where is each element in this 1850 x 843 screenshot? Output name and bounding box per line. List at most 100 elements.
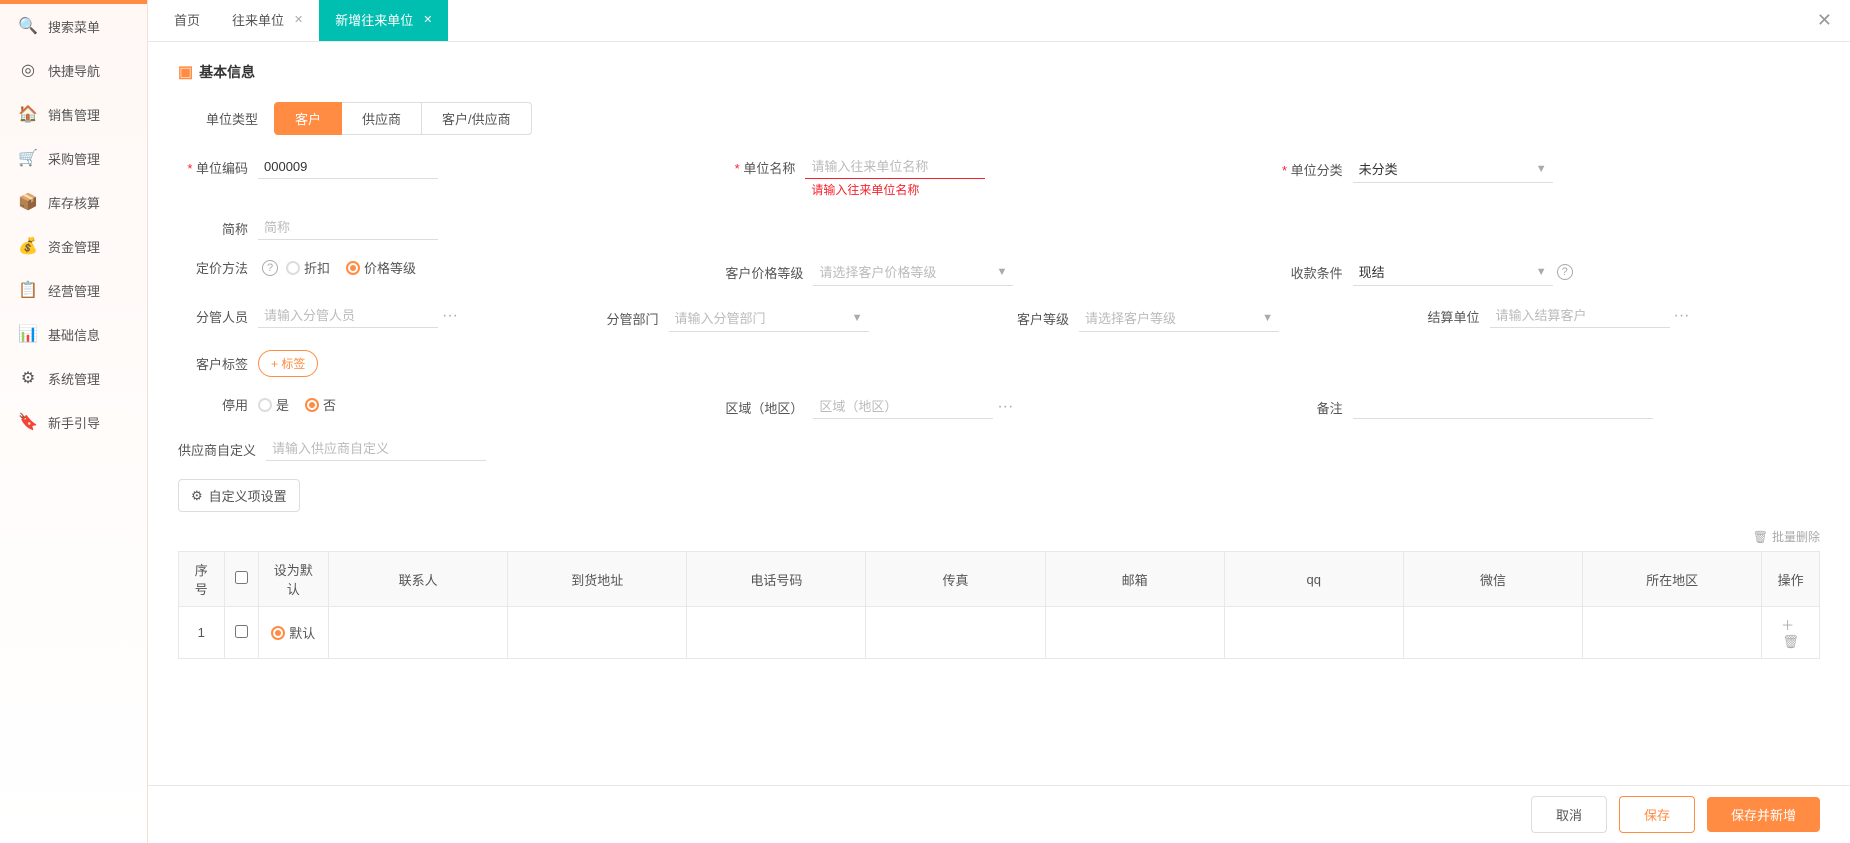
cell-checkbox[interactable] (224, 607, 258, 659)
inventory-icon: 📦 (18, 192, 38, 212)
customer-price-level-select[interactable]: 请选择客户价格等级 ▼ (813, 258, 1013, 286)
payment-terms-help-icon[interactable]: ? (1557, 264, 1573, 280)
sidebar-item-sales[interactable]: 🏠 销售管理 (0, 92, 147, 136)
form-row-supplier-custom: 供应商自定义 (178, 437, 1820, 461)
cell-region[interactable] (1583, 607, 1762, 659)
sidebar-item-inventory[interactable]: 📦 库存核算 (0, 180, 147, 224)
sidebar-item-purchase[interactable]: 🛒 采购管理 (0, 136, 147, 180)
sidebar-item-search[interactable]: 🔍 搜索菜单 (0, 4, 147, 48)
batch-delete-label[interactable]: 批量删除 (1772, 528, 1820, 545)
region-more-btn[interactable]: ··· (993, 398, 1017, 416)
cell-phone[interactable] (687, 607, 866, 659)
settlement-unit-input[interactable] (1490, 304, 1670, 328)
cancel-button[interactable]: 取消 (1531, 796, 1607, 833)
save-button[interactable]: 保存 (1619, 796, 1695, 833)
sidebar-item-sales-label: 销售管理 (48, 105, 100, 124)
sidebar-item-quicknav-label: 快捷导航 (48, 61, 100, 80)
unit-code-field: 单位编码 (178, 155, 725, 179)
tab-units-close[interactable]: ✕ (294, 13, 303, 26)
delete-row-btn[interactable]: 🗑 (1782, 634, 1799, 649)
unit-category-select[interactable]: 未分类 ▼ (1353, 155, 1553, 183)
cell-fax[interactable] (866, 607, 1045, 659)
fax-input[interactable] (876, 625, 1034, 640)
qq-input[interactable] (1235, 625, 1393, 640)
customer-level-select[interactable]: 请选择客户等级 ▼ (1079, 304, 1279, 332)
unit-code-label: 单位编码 (178, 158, 258, 177)
pricing-help-icon[interactable]: ? (262, 260, 278, 276)
email-input[interactable] (1056, 625, 1214, 640)
tab-home[interactable]: 首页 (158, 0, 216, 41)
disabled-field: 停用 是 否 (178, 395, 725, 414)
sidebar-item-finance[interactable]: 💰 资金管理 (0, 224, 147, 268)
save-new-button[interactable]: 保存并新增 (1707, 797, 1820, 832)
tab-new-unit[interactable]: 新增往来单位 ✕ (319, 0, 448, 41)
sidebar-item-basic[interactable]: 📊 基础信息 (0, 312, 147, 356)
unit-type-supplier-button[interactable]: 供应商 (342, 102, 421, 135)
wechat-input[interactable] (1414, 625, 1572, 640)
payment-terms-select[interactable]: 现结 ▼ (1353, 258, 1553, 286)
sidebar-item-system-label: 系统管理 (48, 369, 100, 388)
cell-qq[interactable] (1224, 607, 1403, 659)
unit-category-label: 单位分类 (1273, 160, 1353, 179)
add-row-btn[interactable]: ＋ (1781, 618, 1794, 633)
tab-new-unit-close[interactable]: ✕ (423, 13, 432, 26)
department-label: 分管部门 (589, 309, 669, 328)
short-name-field: 简称 (178, 216, 1820, 240)
row-checkbox[interactable] (235, 625, 248, 638)
address-input[interactable] (518, 625, 676, 640)
disabled-label: 停用 (178, 395, 258, 414)
custom-settings-button[interactable]: ⚙ 自定义项设置 (178, 479, 300, 512)
pricing-discount-radio[interactable]: 折扣 (286, 258, 330, 277)
phone-input[interactable] (697, 625, 855, 640)
cell-contact[interactable] (329, 607, 508, 659)
default-radio-label: 默认 (289, 623, 315, 642)
pricing-level-radio[interactable]: 价格等级 (346, 258, 416, 277)
tab-units[interactable]: 往来单位 ✕ (216, 0, 319, 41)
trash-icon: 🗑 (1753, 530, 1768, 544)
add-tag-label: + 标签 (271, 355, 305, 372)
unit-type-both-button[interactable]: 客户/供应商 (421, 102, 532, 135)
bottom-bar: 取消 保存 保存并新增 (148, 785, 1850, 843)
row-region-input[interactable] (1593, 625, 1751, 640)
pricing-method-label: 定价方法 (178, 258, 258, 277)
unit-type-customer-button[interactable]: 客户 (274, 102, 342, 135)
add-tag-button[interactable]: + 标签 (258, 350, 318, 377)
department-select[interactable]: 请输入分管部门 ▼ (669, 304, 869, 332)
settlement-unit-field: 结算单位 ··· (1410, 304, 1821, 328)
window-close-button[interactable]: ✕ (1809, 10, 1840, 31)
disabled-yes-radio[interactable]: 是 (258, 395, 289, 414)
quicknav-icon: ◎ (18, 60, 38, 80)
disabled-no-radio[interactable]: 否 (305, 395, 336, 414)
customer-tag-field: 客户标签 + 标签 (178, 350, 1820, 377)
supplier-custom-input[interactable] (266, 437, 486, 461)
cell-wechat[interactable] (1403, 607, 1582, 659)
custom-settings-label: 自定义项设置 (209, 486, 287, 505)
cell-email[interactable] (1045, 607, 1224, 659)
purchase-icon: 🛒 (18, 148, 38, 168)
sidebar-item-operations[interactable]: 📋 经营管理 (0, 268, 147, 312)
cell-action: ＋ 🗑 (1762, 607, 1820, 659)
unit-name-input[interactable] (805, 155, 985, 179)
sidebar-item-system[interactable]: ⚙ 系统管理 (0, 356, 147, 400)
short-name-input[interactable] (258, 216, 438, 240)
section-title-text: 基本信息 (199, 62, 255, 82)
region-input[interactable] (813, 395, 993, 419)
pricing-method-field: 定价方法 ? 折扣 价格等级 (178, 258, 725, 277)
contact-input[interactable] (339, 625, 497, 640)
select-all-checkbox[interactable] (235, 571, 248, 584)
cell-default[interactable]: 默认 (258, 607, 329, 659)
sidebar-item-guide[interactable]: 🔖 新手引导 (0, 400, 147, 444)
supervisor-more-btn[interactable]: ··· (438, 307, 462, 325)
unit-code-input[interactable] (258, 155, 438, 179)
table-row: 1 默认 (179, 607, 1820, 659)
remarks-input[interactable] (1353, 395, 1653, 419)
cell-address[interactable] (508, 607, 687, 659)
supervisor-input[interactable] (258, 304, 438, 328)
settlement-unit-more-btn[interactable]: ··· (1670, 307, 1694, 325)
tab-units-label: 往来单位 (232, 10, 284, 29)
customer-tag-label: 客户标签 (178, 354, 258, 373)
sidebar-item-quicknav[interactable]: ◎ 快捷导航 (0, 48, 147, 92)
section-title-basic: ▣ 基本信息 (178, 62, 1820, 82)
search-icon: 🔍 (18, 16, 38, 36)
col-checkbox[interactable] (224, 552, 258, 607)
